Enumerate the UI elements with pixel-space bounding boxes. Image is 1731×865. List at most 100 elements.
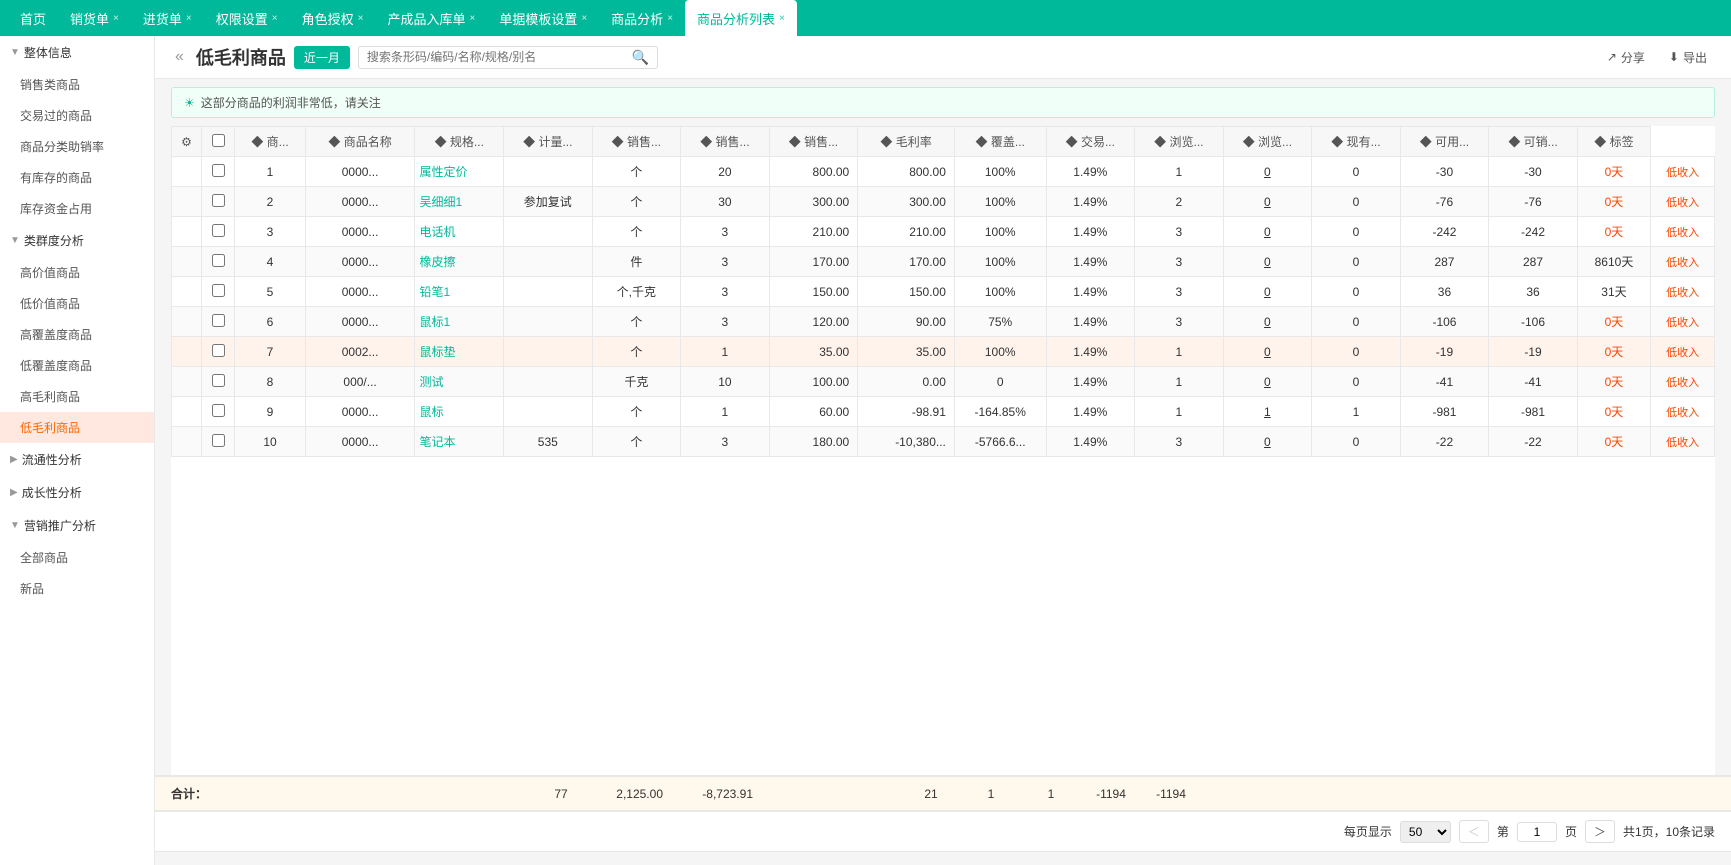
row-browse1-2[interactable]: 0 [1223, 217, 1312, 247]
row-browse1-1[interactable]: 0 [1223, 187, 1312, 217]
row-name-7[interactable]: 测试 [415, 367, 504, 397]
nav-template-settings[interactable]: 单据模板设置 × [487, 0, 599, 36]
nav-sales-order[interactable]: 销货单 × [58, 0, 131, 36]
row-sales-amount-7: 0.00 [858, 367, 955, 397]
row-browse1-5[interactable]: 0 [1223, 307, 1312, 337]
row-coverage-1: 1.49% [1046, 187, 1135, 217]
sidebar-item-low-gross[interactable]: 低毛利商品 [0, 412, 154, 443]
row-tag-9: 低收入 [1651, 427, 1715, 457]
sidebar-item-category-assist-rate[interactable]: 商品分类助销率 [0, 131, 154, 162]
search-input[interactable] [367, 50, 632, 64]
row-code-8: 0000... [305, 397, 415, 427]
nav-close-template[interactable]: × [581, 13, 587, 24]
row-sales-qty-5: 3 [681, 307, 770, 337]
row-checkbox-2[interactable] [201, 217, 234, 247]
nav-purchase-order[interactable]: 进货单 × [131, 0, 204, 36]
next-page-button[interactable]: ＞ [1585, 820, 1615, 843]
sidebar-item-high-gross[interactable]: 高毛利商品 [0, 381, 154, 412]
row-browse1-6[interactable]: 0 [1223, 337, 1312, 367]
row-no-3: 4 [235, 247, 305, 277]
export-button[interactable]: ⬇ 导出 [1661, 45, 1715, 70]
row-checkbox-3[interactable] [201, 247, 234, 277]
nav-close-permission[interactable]: × [272, 13, 278, 24]
row-current-2: -242 [1400, 217, 1489, 247]
sidebar-item-traded-products[interactable]: 交易过的商品 [0, 100, 154, 131]
sidebar-item-low-coverage[interactable]: 低覆盖度商品 [0, 350, 154, 381]
search-icon[interactable]: 🔍 [631, 49, 648, 66]
nav-product-analysis-list[interactable]: 商品分析列表 × [685, 0, 797, 36]
row-checkbox-7[interactable] [201, 367, 234, 397]
sidebar-group-growth[interactable]: ▶ 成长性分析 [0, 476, 154, 509]
row-name-6[interactable]: 鼠标垫 [415, 337, 504, 367]
sidebar-group-cluster[interactable]: ▼ 类群度分析 [0, 224, 154, 257]
row-name-5[interactable]: 鼠标1 [415, 307, 504, 337]
row-name-4[interactable]: 铅笔1 [415, 277, 504, 307]
nav-product-inbound[interactable]: 产成品入库单 × [375, 0, 487, 36]
nav-close-sales-order[interactable]: × [113, 13, 119, 24]
row-name-8[interactable]: 鼠标 [415, 397, 504, 427]
row-code-2: 0000... [305, 217, 415, 247]
sidebar-group-overall[interactable]: ▼ 整体信息 [0, 36, 154, 69]
row-transactions-0: 1 [1135, 157, 1224, 187]
row-settings-8 [172, 397, 202, 427]
sidebar-group-marketing[interactable]: ▼ 营销推广分析 [0, 509, 154, 542]
row-checkbox-9[interactable] [201, 427, 234, 457]
nav-close-product-analysis[interactable]: × [667, 13, 673, 24]
row-checkbox-0[interactable] [201, 157, 234, 187]
sidebar-item-low-value[interactable]: 低价值商品 [0, 288, 154, 319]
row-checkbox-6[interactable] [201, 337, 234, 367]
per-page-select[interactable]: 50 100 200 [1400, 821, 1451, 843]
nav-close-product-inbound[interactable]: × [469, 13, 475, 24]
share-button[interactable]: ↗ 分享 [1599, 45, 1653, 70]
row-name-9[interactable]: 笔记本 [415, 427, 504, 457]
nav-permission-settings[interactable]: 权限设置 × [204, 0, 290, 36]
sidebar-item-all-products[interactable]: 全部商品 [0, 542, 154, 573]
sidebar-item-new-products[interactable]: 新品 [0, 573, 154, 604]
row-code-7: 000/... [305, 367, 415, 397]
sidebar-collapse-button[interactable]: « [171, 44, 188, 70]
sidebar-item-sales-products[interactable]: 销售类商品 [0, 69, 154, 100]
table-row: 7 0002... 鼠标垫 个 1 35.00 35.00 100% 1.49%… [172, 337, 1715, 367]
sidebar-group-liquidity[interactable]: ▶ 流通性分析 [0, 443, 154, 476]
prev-page-button[interactable]: ＜ [1459, 820, 1489, 843]
sidebar-item-in-stock[interactable]: 有库存的商品 [0, 162, 154, 193]
select-all-checkbox[interactable] [212, 134, 225, 147]
col-sales-price: ◆ 销售... [681, 127, 770, 157]
row-transactions-9: 3 [1135, 427, 1224, 457]
row-browse1-3[interactable]: 0 [1223, 247, 1312, 277]
row-checkbox-8[interactable] [201, 397, 234, 427]
row-spec-3 [504, 247, 593, 277]
search-box: 🔍 [358, 46, 658, 69]
row-name-1[interactable]: 吴细细1 [415, 187, 504, 217]
nav-role-auth[interactable]: 角色授权 × [290, 0, 376, 36]
row-no-4: 5 [235, 277, 305, 307]
sidebar-item-high-coverage[interactable]: 高覆盖度商品 [0, 319, 154, 350]
row-checkbox-4[interactable] [201, 277, 234, 307]
row-checkbox-1[interactable] [201, 187, 234, 217]
row-gross-rate-3: 100% [954, 247, 1046, 277]
row-browse1-4[interactable]: 0 [1223, 277, 1312, 307]
nav-close-analysis-list[interactable]: × [779, 13, 785, 24]
row-browse1-7[interactable]: 0 [1223, 367, 1312, 397]
col-checkbox-all[interactable] [201, 127, 234, 157]
chevron-down-icon-3: ▼ [10, 520, 20, 531]
page-input[interactable] [1517, 822, 1557, 842]
row-browse1-0[interactable]: 0 [1223, 157, 1312, 187]
col-settings[interactable]: ⚙ [172, 127, 202, 157]
nav-close-purchase-order[interactable]: × [186, 13, 192, 24]
row-coverage-6: 1.49% [1046, 337, 1135, 367]
nav-home[interactable]: 首页 [8, 0, 58, 36]
row-sales-qty-4: 3 [681, 277, 770, 307]
sidebar-item-high-value[interactable]: 高价值商品 [0, 257, 154, 288]
row-browse1-9[interactable]: 0 [1223, 427, 1312, 457]
sidebar-item-inventory-capital[interactable]: 库存资金占用 [0, 193, 154, 224]
share-icon: ↗ [1607, 50, 1617, 64]
row-name-0[interactable]: 属性定价 [415, 157, 504, 187]
row-name-2[interactable]: 电话机 [415, 217, 504, 247]
date-filter-button[interactable]: 近一月 [294, 46, 350, 69]
row-name-3[interactable]: 橡皮擦 [415, 247, 504, 277]
row-checkbox-5[interactable] [201, 307, 234, 337]
row-browse1-8[interactable]: 1 [1223, 397, 1312, 427]
nav-close-role-auth[interactable]: × [358, 13, 364, 24]
nav-product-analysis[interactable]: 商品分析 × [599, 0, 685, 36]
